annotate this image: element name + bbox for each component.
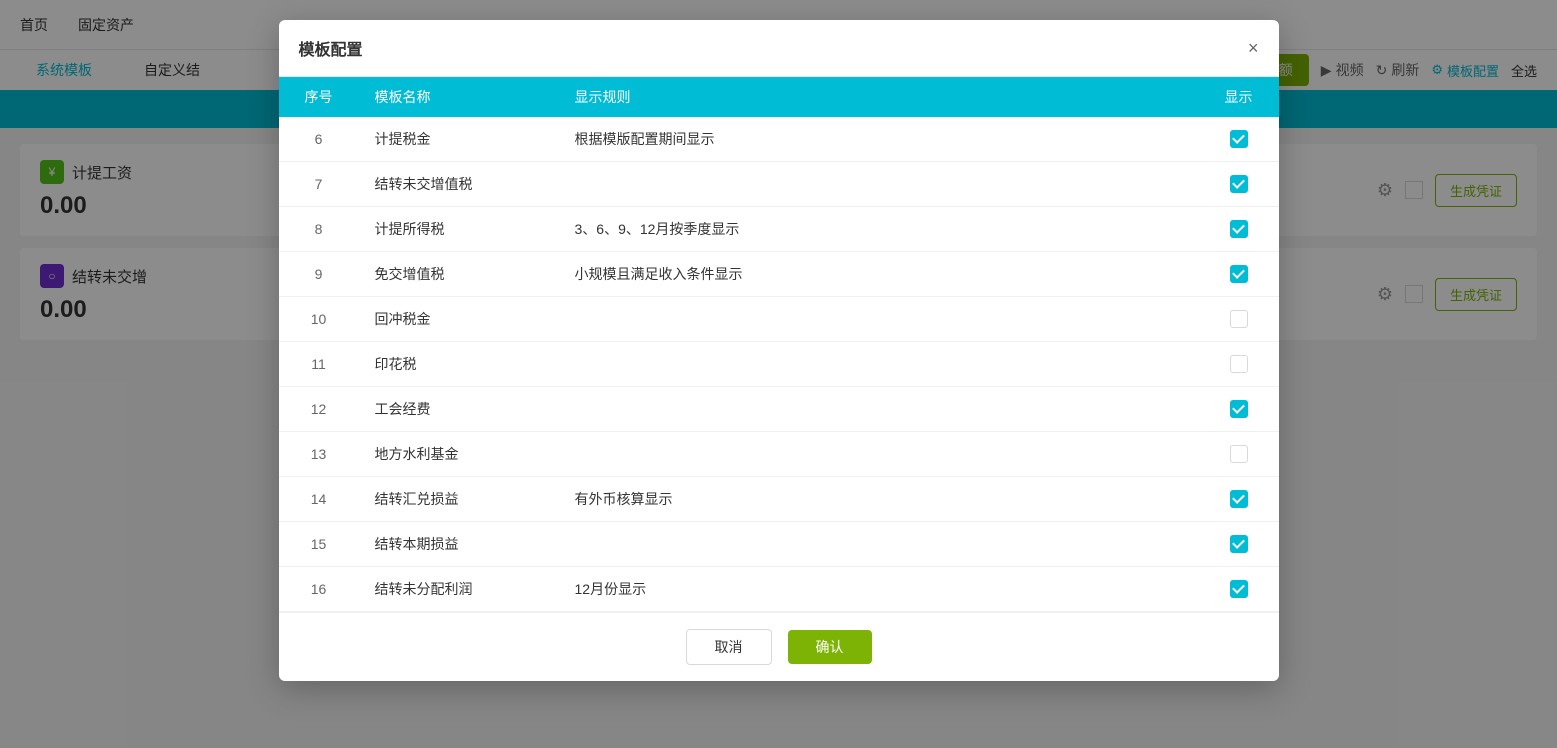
row-checkbox-9[interactable] — [1230, 265, 1248, 283]
cell-rule — [559, 522, 1199, 567]
cancel-button[interactable]: 取消 — [686, 629, 772, 665]
cell-rule: 小规模且满足收入条件显示 — [559, 252, 1199, 297]
cell-id: 10 — [279, 297, 359, 342]
col-header-rule: 显示规则 — [559, 77, 1199, 117]
cell-name: 计提所得税 — [359, 207, 559, 252]
cell-rule — [559, 342, 1199, 387]
row-checkbox-16[interactable] — [1230, 580, 1248, 598]
table-header: 序号 模板名称 显示规则 显示 — [279, 77, 1279, 117]
cell-name: 工会经费 — [359, 387, 559, 432]
cell-name: 计提税金 — [359, 117, 559, 162]
cell-name: 印花税 — [359, 342, 559, 387]
row-checkbox-10[interactable] — [1230, 310, 1248, 328]
cell-id: 12 — [279, 387, 359, 432]
cell-rule: 12月份显示 — [559, 567, 1199, 612]
cell-checkbox — [1199, 297, 1279, 342]
table-row: 9免交增值税小规模且满足收入条件显示 — [279, 252, 1279, 297]
cell-name: 结转未分配利润 — [359, 567, 559, 612]
cell-checkbox — [1199, 477, 1279, 522]
col-header-id: 序号 — [279, 77, 359, 117]
table-row: 15结转本期损益 — [279, 522, 1279, 567]
cell-id: 8 — [279, 207, 359, 252]
row-checkbox-11[interactable] — [1230, 355, 1248, 373]
cell-rule — [559, 162, 1199, 207]
modal-footer: 取消 确认 — [279, 612, 1279, 681]
cell-id: 11 — [279, 342, 359, 387]
cell-checkbox — [1199, 342, 1279, 387]
table-body: 6计提税金根据模版配置期间显示7结转未交增值税8计提所得税3、6、9、12月按季… — [279, 117, 1279, 612]
row-checkbox-14[interactable] — [1230, 490, 1248, 508]
table-row: 16结转未分配利润12月份显示 — [279, 567, 1279, 612]
table-row: 8计提所得税3、6、9、12月按季度显示 — [279, 207, 1279, 252]
table-row: 6计提税金根据模版配置期间显示 — [279, 117, 1279, 162]
cell-name: 回冲税金 — [359, 297, 559, 342]
cell-name: 结转汇兑损益 — [359, 477, 559, 522]
row-checkbox-15[interactable] — [1230, 535, 1248, 553]
cell-rule — [559, 297, 1199, 342]
table-row: 12工会经费 — [279, 387, 1279, 432]
cell-name: 结转本期损益 — [359, 522, 559, 567]
cell-checkbox — [1199, 252, 1279, 297]
row-checkbox-12[interactable] — [1230, 400, 1248, 418]
modal-body: 序号 模板名称 显示规则 显示 6计提税金根据模版配置期间显示7结转未交增值税8… — [279, 77, 1279, 612]
modal-close-button[interactable]: × — [1248, 39, 1259, 57]
col-header-display: 显示 — [1199, 77, 1279, 117]
cell-checkbox — [1199, 117, 1279, 162]
table-row: 13地方水利基金 — [279, 432, 1279, 477]
row-checkbox-8[interactable] — [1230, 220, 1248, 238]
cell-id: 16 — [279, 567, 359, 612]
modal-header: 模板配置 × — [279, 20, 1279, 77]
cell-rule — [559, 432, 1199, 477]
table-row: 11印花税 — [279, 342, 1279, 387]
cell-rule: 根据模版配置期间显示 — [559, 117, 1199, 162]
cell-checkbox — [1199, 162, 1279, 207]
modal-overlay: 模板配置 × 序号 模板名称 显示规则 显示 6计提税金根据模版配置期间 — [0, 0, 1557, 748]
cell-checkbox — [1199, 387, 1279, 432]
col-header-name: 模板名称 — [359, 77, 559, 117]
cell-checkbox — [1199, 432, 1279, 477]
cell-id: 7 — [279, 162, 359, 207]
cell-checkbox — [1199, 522, 1279, 567]
background-page: 首页 固定资产 系统模板 自定义结 测算金额 ▶ 视频 ↻ 刷新 ⚙ 模板配置 … — [0, 0, 1557, 748]
config-table: 序号 模板名称 显示规则 显示 6计提税金根据模版配置期间显示7结转未交增值税8… — [279, 77, 1279, 612]
cell-name: 结转未交增值税 — [359, 162, 559, 207]
row-checkbox-6[interactable] — [1230, 130, 1248, 148]
cell-id: 14 — [279, 477, 359, 522]
modal-title: 模板配置 — [299, 36, 363, 60]
table-row: 7结转未交增值税 — [279, 162, 1279, 207]
row-checkbox-7[interactable] — [1230, 175, 1248, 193]
cell-id: 15 — [279, 522, 359, 567]
row-checkbox-13[interactable] — [1230, 445, 1248, 463]
cell-id: 13 — [279, 432, 359, 477]
template-config-modal: 模板配置 × 序号 模板名称 显示规则 显示 6计提税金根据模版配置期间 — [279, 20, 1279, 681]
table-row: 14结转汇兑损益有外币核算显示 — [279, 477, 1279, 522]
cell-checkbox — [1199, 567, 1279, 612]
cell-checkbox — [1199, 207, 1279, 252]
cell-name: 免交增值税 — [359, 252, 559, 297]
cell-rule — [559, 387, 1199, 432]
cell-rule: 有外币核算显示 — [559, 477, 1199, 522]
cell-name: 地方水利基金 — [359, 432, 559, 477]
cell-id: 6 — [279, 117, 359, 162]
confirm-button[interactable]: 确认 — [788, 630, 872, 664]
cell-id: 9 — [279, 252, 359, 297]
cell-rule: 3、6、9、12月按季度显示 — [559, 207, 1199, 252]
table-row: 10回冲税金 — [279, 297, 1279, 342]
